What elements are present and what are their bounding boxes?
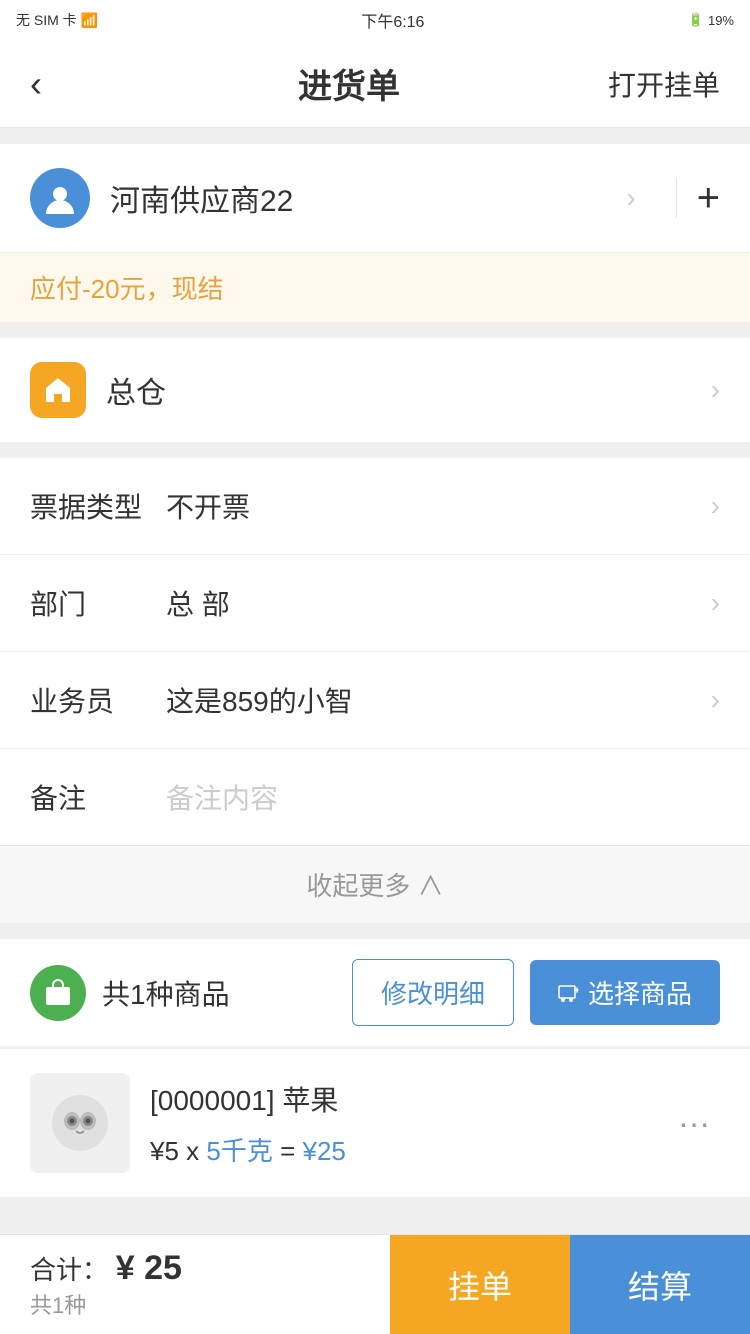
- total-count: 共1种: [30, 1288, 360, 1320]
- collapse-button[interactable]: 收起更多 ∧: [0, 845, 750, 923]
- equals-sign: =: [280, 1136, 302, 1166]
- person-icon: [42, 180, 78, 216]
- department-chevron-icon: ›: [711, 587, 720, 619]
- department-value: 总 部: [150, 583, 711, 623]
- products-header: 共1种商品 修改明细 选择商品: [0, 939, 750, 1047]
- form-section: 票据类型 不开票 › 部门 总 部 › 业务员 这是859的小智 › 备注 备注…: [0, 458, 750, 845]
- invoice-type-row[interactable]: 票据类型 不开票 ›: [0, 458, 750, 555]
- invoice-type-chevron-icon: ›: [711, 490, 720, 522]
- subtotal-value: ¥25: [303, 1136, 346, 1166]
- product-info: [0000001] 苹果 ¥5 x 5千克 = ¥25: [150, 1079, 668, 1168]
- warehouse-name: 总仓: [106, 368, 711, 412]
- salesperson-label: 业务员: [30, 680, 150, 720]
- department-row[interactable]: 部门 总 部 ›: [0, 555, 750, 652]
- total-amount: ¥ 25: [116, 1249, 182, 1287]
- total-section: 合计： ¥ 25 共1种: [0, 1235, 390, 1334]
- salesperson-chevron-icon: ›: [711, 684, 720, 716]
- product-price: ¥5 x 5千克 = ¥25: [150, 1131, 668, 1168]
- warehouse-section[interactable]: 总仓 ›: [0, 338, 750, 442]
- divider-3: [0, 923, 750, 939]
- cart-plus-icon: [558, 982, 580, 1004]
- page-title: 进货单: [298, 59, 400, 108]
- back-button[interactable]: ‹: [30, 63, 90, 105]
- warehouse-icon: [30, 362, 86, 418]
- battery-percent: 19%: [708, 13, 734, 28]
- product-name: [0000001] 苹果: [150, 1079, 668, 1119]
- remark-row[interactable]: 备注 备注内容: [0, 749, 750, 845]
- remark-label: 备注: [30, 777, 150, 817]
- products-count: 共1种商品: [102, 973, 352, 1013]
- status-time: 下午6:16: [361, 8, 424, 32]
- total-label: 合计：: [30, 1255, 108, 1285]
- nav-bar: ‹ 进货单 打开挂单: [0, 40, 750, 128]
- invoice-type-value: 不开票: [150, 486, 711, 526]
- status-right: 🔋 19%: [688, 12, 734, 28]
- remark-value[interactable]: 备注内容: [150, 777, 720, 817]
- department-label: 部门: [30, 583, 150, 623]
- total-row: 合计： ¥ 25: [30, 1249, 360, 1288]
- hang-button[interactable]: 挂单: [390, 1235, 570, 1334]
- supplier-chevron-icon: ›: [626, 182, 635, 214]
- product-item: [0000001] 苹果 ¥5 x 5千克 = ¥25 ···: [0, 1049, 750, 1197]
- supplier-avatar: [30, 168, 90, 228]
- salesperson-row[interactable]: 业务员 这是859的小智 ›: [0, 652, 750, 749]
- salesperson-value: 这是859的小智: [150, 680, 711, 720]
- products-icon: [30, 965, 86, 1021]
- select-product-label: 选择商品: [588, 974, 692, 1011]
- divider-top: [0, 128, 750, 144]
- battery-icon: 🔋: [688, 12, 704, 28]
- house-icon: [42, 374, 74, 406]
- supplier-section: 河南供应商22 › + 应付-20元，现结: [0, 144, 750, 322]
- quantity-value: 5千克: [206, 1136, 272, 1166]
- collapse-label: 收起更多 ∧: [306, 866, 443, 903]
- warehouse-row[interactable]: 总仓 ›: [0, 338, 750, 442]
- shopping-bag-icon: [42, 977, 74, 1009]
- invoice-type-label: 票据类型: [30, 486, 150, 526]
- product-more-button[interactable]: ···: [668, 1095, 720, 1152]
- supplier-name: 河南供应商22: [110, 176, 626, 220]
- checkout-button[interactable]: 结算: [570, 1235, 750, 1334]
- price-unit: ¥5 x: [150, 1136, 206, 1166]
- warehouse-chevron-icon: ›: [711, 374, 720, 406]
- divider-2: [0, 442, 750, 458]
- bottom-bar: 合计： ¥ 25 共1种 挂单 结算: [0, 1234, 750, 1334]
- select-product-button[interactable]: 选择商品: [530, 960, 720, 1025]
- supplier-divider: [676, 178, 677, 218]
- status-bar: 无 SIM 卡 📶 下午6:16 🔋 19%: [0, 0, 750, 40]
- edit-details-button[interactable]: 修改明细: [352, 959, 514, 1026]
- product-thumbnail: [30, 1073, 130, 1173]
- open-hang-button[interactable]: 打开挂单: [608, 64, 720, 104]
- status-left: 无 SIM 卡 📶: [16, 10, 98, 30]
- supplier-row[interactable]: 河南供应商22 › +: [0, 144, 750, 253]
- owl-logo: [50, 1093, 110, 1153]
- add-button[interactable]: +: [697, 176, 720, 221]
- divider-1: [0, 322, 750, 338]
- payment-notice: 应付-20元，现结: [0, 253, 750, 322]
